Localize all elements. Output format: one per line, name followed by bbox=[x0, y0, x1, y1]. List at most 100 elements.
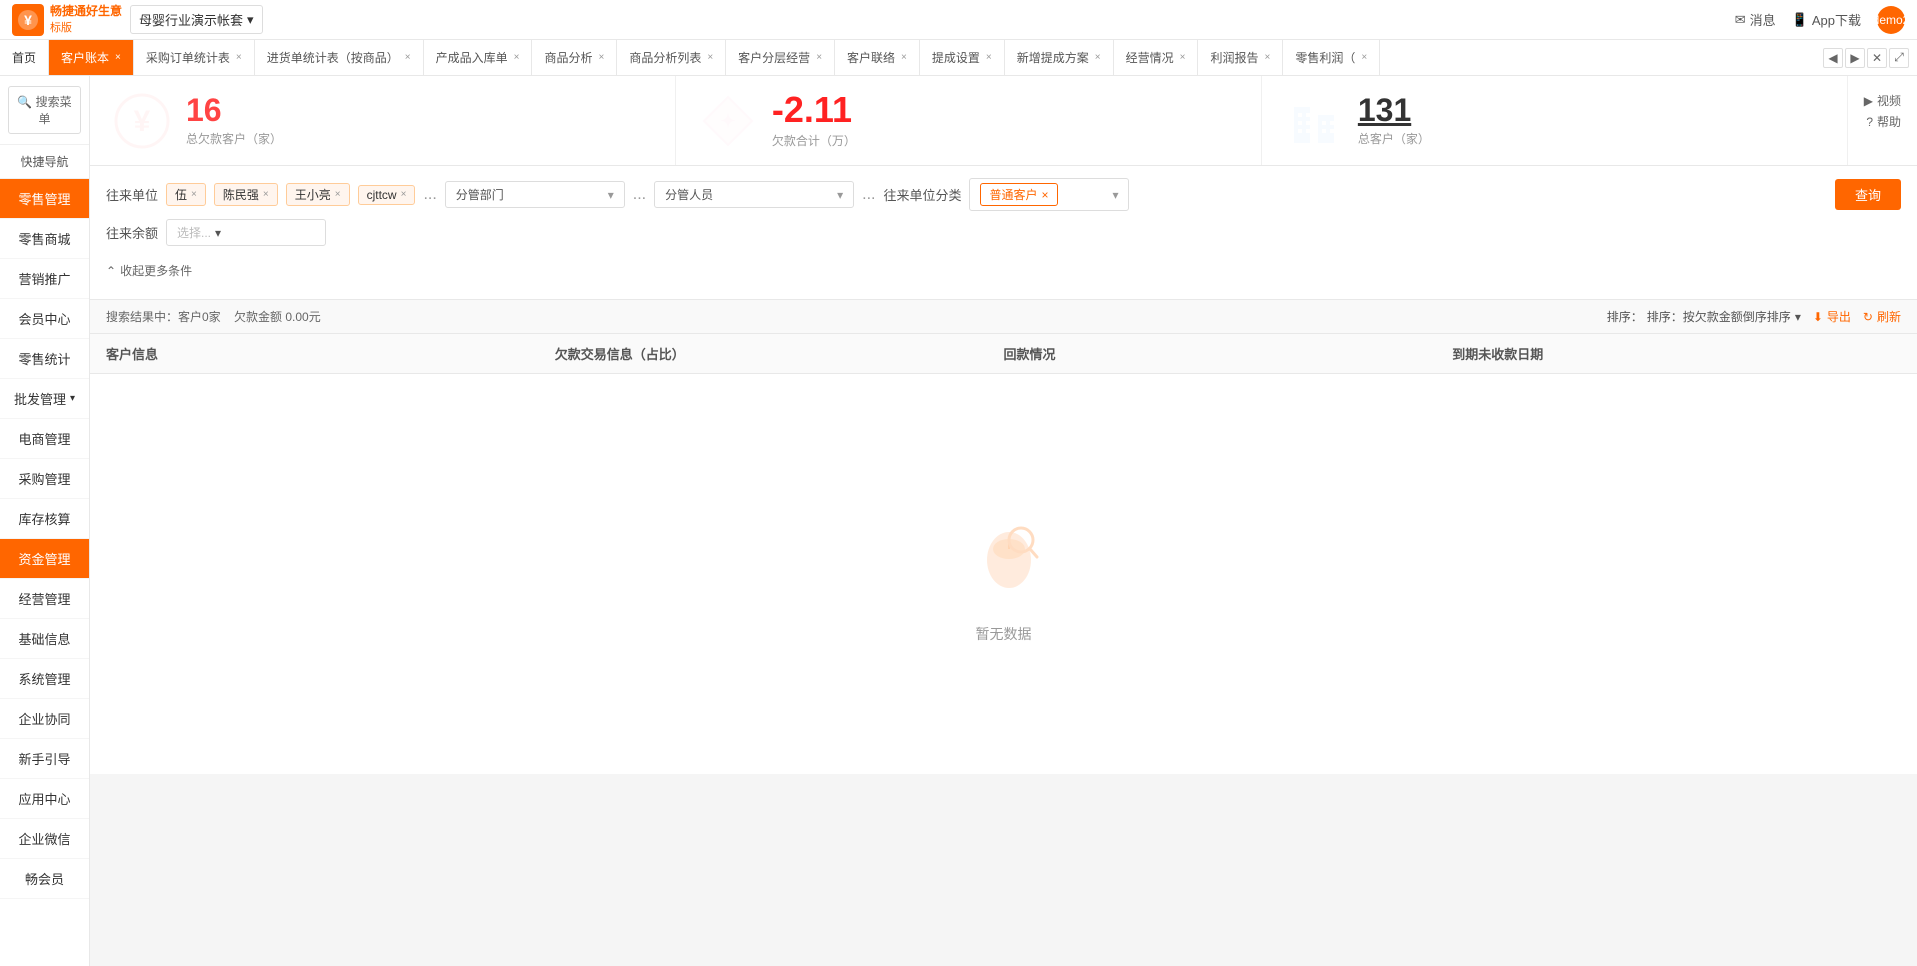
tab-product-inbound-close[interactable]: × bbox=[514, 52, 520, 63]
sidebar-item-enterprise-wechat[interactable]: 企业微信 bbox=[0, 819, 89, 859]
tab-next-arrow[interactable]: ▶ bbox=[1845, 48, 1865, 68]
sidebar-item-member-center[interactable]: 会员中心 bbox=[0, 299, 89, 339]
tab-product-analysis-list[interactable]: 商品分析列表 × bbox=[617, 40, 726, 76]
filter-tag-wang-close[interactable]: × bbox=[335, 189, 341, 200]
refresh-button[interactable]: ↻ 刷新 bbox=[1863, 308, 1901, 325]
sidebar-item-marketing[interactable]: 营销推广 bbox=[0, 259, 89, 299]
sidebar-item-enterprise-coop[interactable]: 企业协同 bbox=[0, 699, 89, 739]
export-button[interactable]: ⬇ 导出 bbox=[1813, 308, 1851, 325]
sidebar-item-retail-stats[interactable]: 零售统计 bbox=[0, 339, 89, 379]
tab-profit-report[interactable]: 利润报告 × bbox=[1198, 40, 1283, 76]
tab-new-commission[interactable]: 新增提成方案 × bbox=[1005, 40, 1114, 76]
tab-accounts[interactable]: 客户账本 × bbox=[49, 40, 134, 76]
filter-category-dropdown[interactable]: 普通客户 × ▾ bbox=[969, 178, 1129, 211]
debt-values: -2.11 欠款合计（万） bbox=[772, 92, 856, 149]
tab-purchase-orders-label: 采购订单统计表 bbox=[146, 49, 230, 66]
account-selector[interactable]: 母婴行业演示帐套 ▾ bbox=[130, 5, 263, 34]
tab-home[interactable]: 首页 bbox=[0, 40, 49, 76]
filter-tag-chen-close[interactable]: × bbox=[263, 189, 269, 200]
sidebar-item-retail-mgmt[interactable]: 零售管理 bbox=[0, 179, 89, 219]
tab-nav-arrows: ◀ ▶ ✕ ⤢ bbox=[1815, 48, 1917, 68]
dept-more-dots[interactable]: ... bbox=[633, 186, 646, 204]
tab-expand[interactable]: ⤢ bbox=[1889, 48, 1909, 68]
sidebar-item-basic-info[interactable]: 基础信息 bbox=[0, 619, 89, 659]
filter-tag-chen[interactable]: 陈民强 × bbox=[214, 183, 278, 206]
app-download-link[interactable]: 📱 App下载 bbox=[1792, 10, 1861, 29]
filter-tag-wu-text: 伍 bbox=[175, 186, 187, 203]
filter-category-tag-close[interactable]: × bbox=[1042, 188, 1049, 202]
svg-text:¥: ¥ bbox=[134, 105, 151, 138]
debtors-number: 16 bbox=[186, 94, 282, 126]
filter-tag-cjttcw-close[interactable]: × bbox=[401, 189, 407, 200]
filter-person-dropdown[interactable]: 分管人员 ▾ bbox=[654, 181, 854, 208]
balance-placeholder: 选择... bbox=[177, 224, 211, 241]
tab-product-list-close[interactable]: × bbox=[707, 52, 713, 63]
search-menu-button[interactable]: 🔍 搜索菜单 bbox=[8, 86, 81, 134]
sidebar-item-operations[interactable]: 经营管理 bbox=[0, 579, 89, 619]
filter-tag-cjttcw[interactable]: cjttcw × bbox=[358, 185, 416, 205]
tab-operations-close[interactable]: × bbox=[1180, 52, 1186, 63]
stats-total-customers: 131 总客户（家） bbox=[1262, 76, 1848, 165]
tab-customer-contact-close[interactable]: × bbox=[901, 52, 907, 63]
tab-accounts-close[interactable]: × bbox=[115, 52, 121, 63]
filter-tag-chen-text: 陈民强 bbox=[223, 186, 259, 203]
sidebar-item-inventory[interactable]: 库存核算 bbox=[0, 499, 89, 539]
tab-purchase-close[interactable]: × bbox=[236, 52, 242, 63]
tab-product-inbound[interactable]: 产成品入库单 × bbox=[424, 40, 533, 76]
tab-profit-close[interactable]: × bbox=[1264, 52, 1270, 63]
help-link[interactable]: ? 帮助 bbox=[1866, 113, 1901, 130]
sidebar-item-retail-mall[interactable]: 零售商城 bbox=[0, 219, 89, 259]
video-link[interactable]: ▶ 视频 bbox=[1864, 92, 1901, 109]
filter-tag-cjttcw-text: cjttcw bbox=[367, 188, 397, 202]
tab-new-commission-close[interactable]: × bbox=[1095, 52, 1101, 63]
customers-label: 总客户（家） bbox=[1358, 130, 1430, 147]
sidebar-enterprise-coop-label: 企业协同 bbox=[18, 712, 70, 727]
sidebar-item-app-center[interactable]: 应用中心 bbox=[0, 779, 89, 819]
tab-incoming-stats[interactable]: 进货单统计表（按商品） × bbox=[255, 40, 424, 76]
sidebar-item-ecommerce[interactable]: 电商管理 bbox=[0, 419, 89, 459]
person-more-dots[interactable]: ... bbox=[862, 186, 875, 204]
tab-retail-profit-close[interactable]: × bbox=[1361, 52, 1367, 63]
sidebar-item-vip-member[interactable]: 畅会员 bbox=[0, 859, 89, 899]
result-amount: 欠款金额 0.00元 bbox=[234, 310, 321, 324]
filter-tag-wu-close[interactable]: × bbox=[191, 189, 197, 200]
query-button[interactable]: 查询 bbox=[1835, 179, 1901, 210]
quick-nav-button[interactable]: 快捷导航 bbox=[0, 145, 89, 179]
messages-link[interactable]: ✉ 消息 bbox=[1735, 10, 1776, 29]
logo-sub: 标版 bbox=[50, 19, 122, 35]
tab-incoming-close[interactable]: × bbox=[405, 52, 411, 63]
filter-balance-select[interactable]: 选择... ▾ bbox=[166, 219, 326, 246]
collapse-button[interactable]: ⌃ 收起更多条件 bbox=[106, 262, 1901, 279]
tab-close-all[interactable]: ✕ bbox=[1867, 48, 1887, 68]
sidebar-item-finance[interactable]: 资金管理 bbox=[0, 539, 89, 579]
tab-commission-settings[interactable]: 提成设置 × bbox=[920, 40, 1005, 76]
sidebar-item-purchase[interactable]: 采购管理 bbox=[0, 459, 89, 499]
tab-customer-contact[interactable]: 客户联络 × bbox=[835, 40, 920, 76]
sidebar-item-new-guide[interactable]: 新手引导 bbox=[0, 739, 89, 779]
sidebar-item-system[interactable]: 系统管理 bbox=[0, 659, 89, 699]
sort-selector[interactable]: 排序： 排序：按欠款金额倒序排序 ▾ bbox=[1607, 308, 1801, 325]
sidebar-item-batch-mgmt[interactable]: 批发管理 ▾ bbox=[0, 379, 89, 419]
more-tags-dots[interactable]: ... bbox=[423, 186, 436, 204]
svg-text:✦: ✦ bbox=[720, 111, 735, 131]
dept-dropdown-arrow: ▾ bbox=[608, 188, 614, 202]
nav-tabs-bar: 首页 客户账本 × 采购订单统计表 × 进货单统计表（按商品） × 产成品入库单… bbox=[0, 40, 1917, 76]
tab-operations[interactable]: 经营情况 × bbox=[1114, 40, 1199, 76]
tab-product-analysis-close[interactable]: × bbox=[598, 52, 604, 63]
avatar[interactable]: demo2 bbox=[1877, 6, 1905, 34]
export-icon: ⬇ bbox=[1813, 310, 1823, 324]
table-body-empty: 暂无数据 bbox=[90, 374, 1917, 774]
sidebar-retail-mgmt-label: 零售管理 bbox=[18, 192, 70, 207]
tab-prev-arrow[interactable]: ◀ bbox=[1823, 48, 1843, 68]
filter-dept-dropdown[interactable]: 分管部门 ▾ bbox=[445, 181, 625, 208]
filter-tag-wang[interactable]: 王小亮 × bbox=[286, 183, 350, 206]
tab-purchase-orders[interactable]: 采购订单统计表 × bbox=[134, 40, 255, 76]
filter-tag-wu[interactable]: 伍 × bbox=[166, 183, 206, 206]
filter-category-tag[interactable]: 普通客户 × bbox=[980, 183, 1057, 206]
tab-customer-segment[interactable]: 客户分层经营 × bbox=[726, 40, 835, 76]
filter-category-label: 往来单位分类 bbox=[883, 185, 961, 204]
tab-retail-profit[interactable]: 零售利润（ × bbox=[1283, 40, 1380, 76]
tab-commission-close[interactable]: × bbox=[986, 52, 992, 63]
tab-customer-segment-close[interactable]: × bbox=[816, 52, 822, 63]
tab-product-analysis[interactable]: 商品分析 × bbox=[532, 40, 617, 76]
